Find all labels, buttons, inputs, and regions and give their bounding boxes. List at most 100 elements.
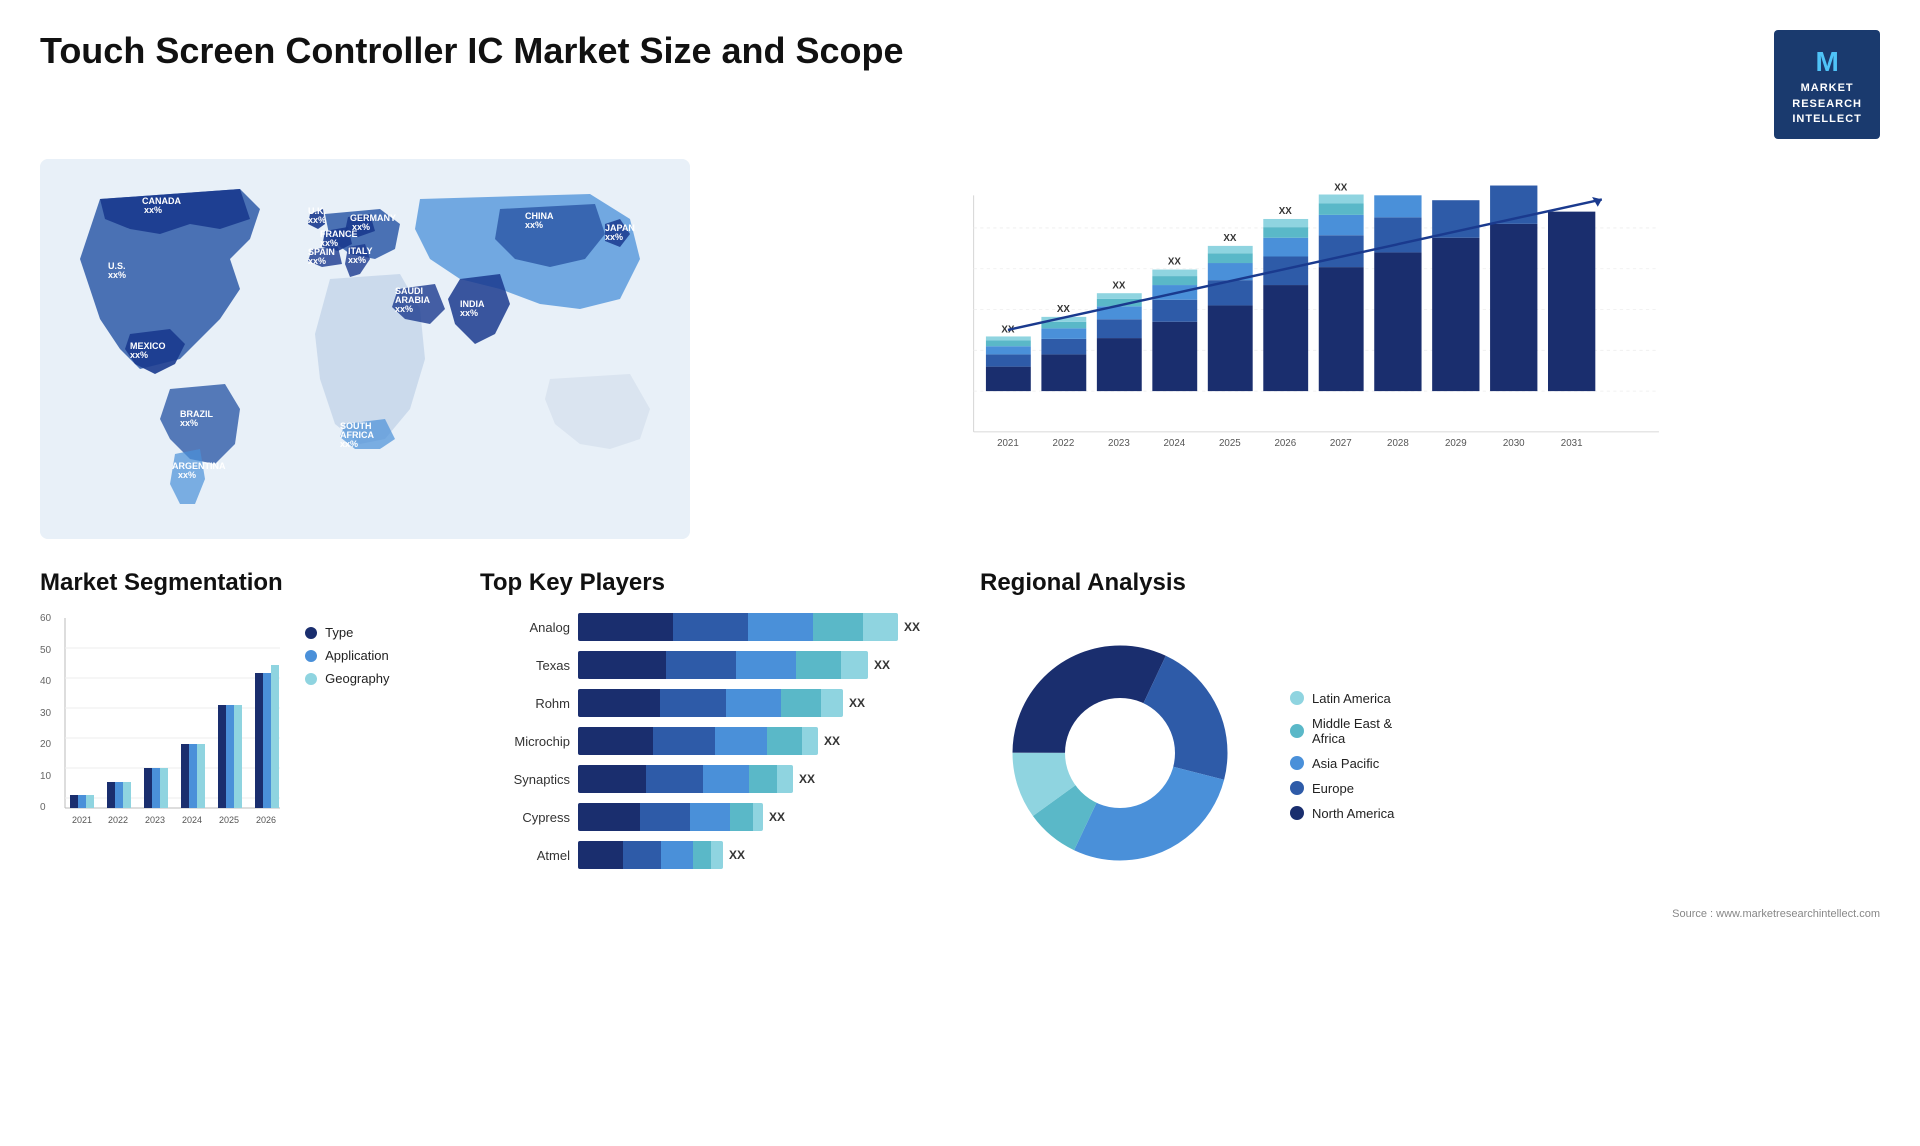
svg-text:xx%: xx% (178, 470, 196, 480)
svg-text:XX: XX (1057, 304, 1071, 315)
svg-text:2028: 2028 (1387, 438, 1409, 449)
player-val-atmel: XX (729, 841, 745, 869)
svg-text:XX: XX (1168, 257, 1182, 268)
svg-text:xx%: xx% (144, 205, 162, 215)
logo-line3: INTELLECT (1792, 112, 1862, 127)
legend-application: Application (305, 648, 389, 663)
svg-text:xx%: xx% (352, 222, 370, 232)
legend-latin-america: Latin America (1290, 691, 1394, 706)
legend-label-app: Application (325, 648, 389, 663)
seg-legend: Type Application Geography (305, 625, 389, 686)
legend-geography: Geography (305, 671, 389, 686)
y-label-20: 20 (40, 739, 51, 750)
player-val-texas: XX (874, 651, 890, 679)
legend-asia-pacific: Asia Pacific (1290, 756, 1394, 771)
y-label-30: 30 (40, 708, 51, 719)
label-latin-america: Latin America (1312, 691, 1391, 706)
seg-chart-svg: 2021 2022 2023 2024 (55, 613, 285, 833)
player-row-microchip: Microchip XX (480, 727, 960, 755)
players-list: Analog XX Texas (480, 613, 960, 869)
label-middle-east: Middle East &Africa (1312, 716, 1392, 746)
bar-chart-container: XX 2021 XX 2022 XX 2023 (720, 159, 1880, 539)
svg-text:xx%: xx% (180, 418, 198, 428)
player-name-microchip: Microchip (480, 734, 570, 749)
player-name-cypress: Cypress (480, 810, 570, 825)
y-label-10: 10 (40, 771, 51, 782)
logo-m: M (1792, 42, 1862, 81)
svg-text:2023: 2023 (1108, 438, 1130, 449)
player-name-analog: Analog (480, 620, 570, 635)
header: Touch Screen Controller IC Market Size a… (40, 30, 1880, 139)
donut-svg (980, 613, 1260, 893)
source-text: Source : www.marketresearchintellect.com (980, 908, 1880, 920)
player-row-analog: Analog XX (480, 613, 960, 641)
legend-label-geo: Geography (325, 671, 389, 686)
svg-text:2025: 2025 (1219, 438, 1241, 449)
svg-text:2030: 2030 (1503, 438, 1525, 449)
legend-type: Type (305, 625, 389, 640)
top-row: CANADA xx% U.S. xx% MEXICO xx% BRAZIL xx… (40, 159, 1880, 539)
svg-text:2022: 2022 (1053, 438, 1075, 449)
y-label-50: 50 (40, 645, 51, 656)
svg-text:xx%: xx% (108, 270, 126, 280)
y-label-60: 60 (40, 613, 51, 624)
svg-text:xx%: xx% (605, 232, 623, 242)
player-row-rohm: Rohm XX (480, 689, 960, 717)
player-name-rohm: Rohm (480, 696, 570, 711)
dot-asia-pacific (1290, 756, 1304, 770)
player-val-analog: XX (904, 613, 920, 641)
segmentation-title: Market Segmentation (40, 569, 460, 597)
player-bar-texas: XX (578, 651, 960, 679)
legend-dot-geo (305, 673, 317, 685)
label-europe: Europe (1312, 781, 1354, 796)
svg-text:xx%: xx% (460, 308, 478, 318)
svg-text:2021: 2021 (72, 815, 92, 825)
regional-title: Regional Analysis (980, 569, 1880, 597)
map-section: CANADA xx% U.S. xx% MEXICO xx% BRAZIL xx… (40, 159, 690, 539)
svg-text:2024: 2024 (182, 815, 202, 825)
players-title: Top Key Players (480, 569, 960, 597)
svg-text:XX: XX (1223, 233, 1237, 244)
svg-text:2026: 2026 (1274, 438, 1296, 449)
svg-text:xx%: xx% (308, 215, 326, 225)
player-bar-microchip: XX (578, 727, 960, 755)
player-bar-synaptics: XX (578, 765, 960, 793)
bar-chart-svg: XX 2021 XX 2022 XX 2023 (740, 179, 1860, 489)
player-bar-atmel: XX (578, 841, 960, 869)
player-row-cypress: Cypress XX (480, 803, 960, 831)
segmentation-section: Market Segmentation 60 50 40 30 20 10 0 (40, 569, 460, 920)
svg-text:2023: 2023 (145, 815, 165, 825)
svg-text:xx%: xx% (130, 350, 148, 360)
dot-north-america (1290, 806, 1304, 820)
logo-line1: MARKET (1792, 81, 1862, 96)
svg-text:XX: XX (1334, 183, 1348, 194)
bottom-row: Market Segmentation 60 50 40 30 20 10 0 (40, 569, 1880, 920)
legend-middle-east: Middle East &Africa (1290, 716, 1394, 746)
svg-text:2026: 2026 (256, 815, 276, 825)
legend-europe: Europe (1290, 781, 1394, 796)
legend-label-type: Type (325, 625, 353, 640)
logo-box: M MARKET RESEARCH INTELLECT (1774, 30, 1880, 139)
player-name-texas: Texas (480, 658, 570, 673)
world-map-svg: CANADA xx% U.S. xx% MEXICO xx% BRAZIL xx… (40, 159, 690, 539)
svg-text:2022: 2022 (108, 815, 128, 825)
svg-text:2021: 2021 (997, 438, 1019, 449)
seg-chart-wrap: 60 50 40 30 20 10 0 (40, 613, 460, 833)
player-bar-analog: XX (578, 613, 960, 641)
player-val-microchip: XX (824, 727, 840, 755)
player-val-cypress: XX (769, 803, 785, 831)
seg-y-labels: 60 50 40 30 20 10 0 (40, 613, 51, 813)
label-north-america: North America (1312, 806, 1394, 821)
svg-text:xx%: xx% (525, 220, 543, 230)
dot-latin-america (1290, 691, 1304, 705)
regional-legend: Latin America Middle East &Africa Asia P… (1290, 691, 1394, 821)
logo-area: M MARKET RESEARCH INTELLECT (1774, 30, 1880, 139)
svg-text:xx%: xx% (348, 255, 366, 265)
legend-north-america: North America (1290, 806, 1394, 821)
player-row-atmel: Atmel XX (480, 841, 960, 869)
logo-line2: RESEARCH (1792, 97, 1862, 112)
regional-section: Regional Analysis Latin Ame (980, 569, 1880, 920)
svg-text:xx%: xx% (395, 304, 413, 314)
svg-text:2031: 2031 (1561, 438, 1583, 449)
player-val-synaptics: XX (799, 765, 815, 793)
